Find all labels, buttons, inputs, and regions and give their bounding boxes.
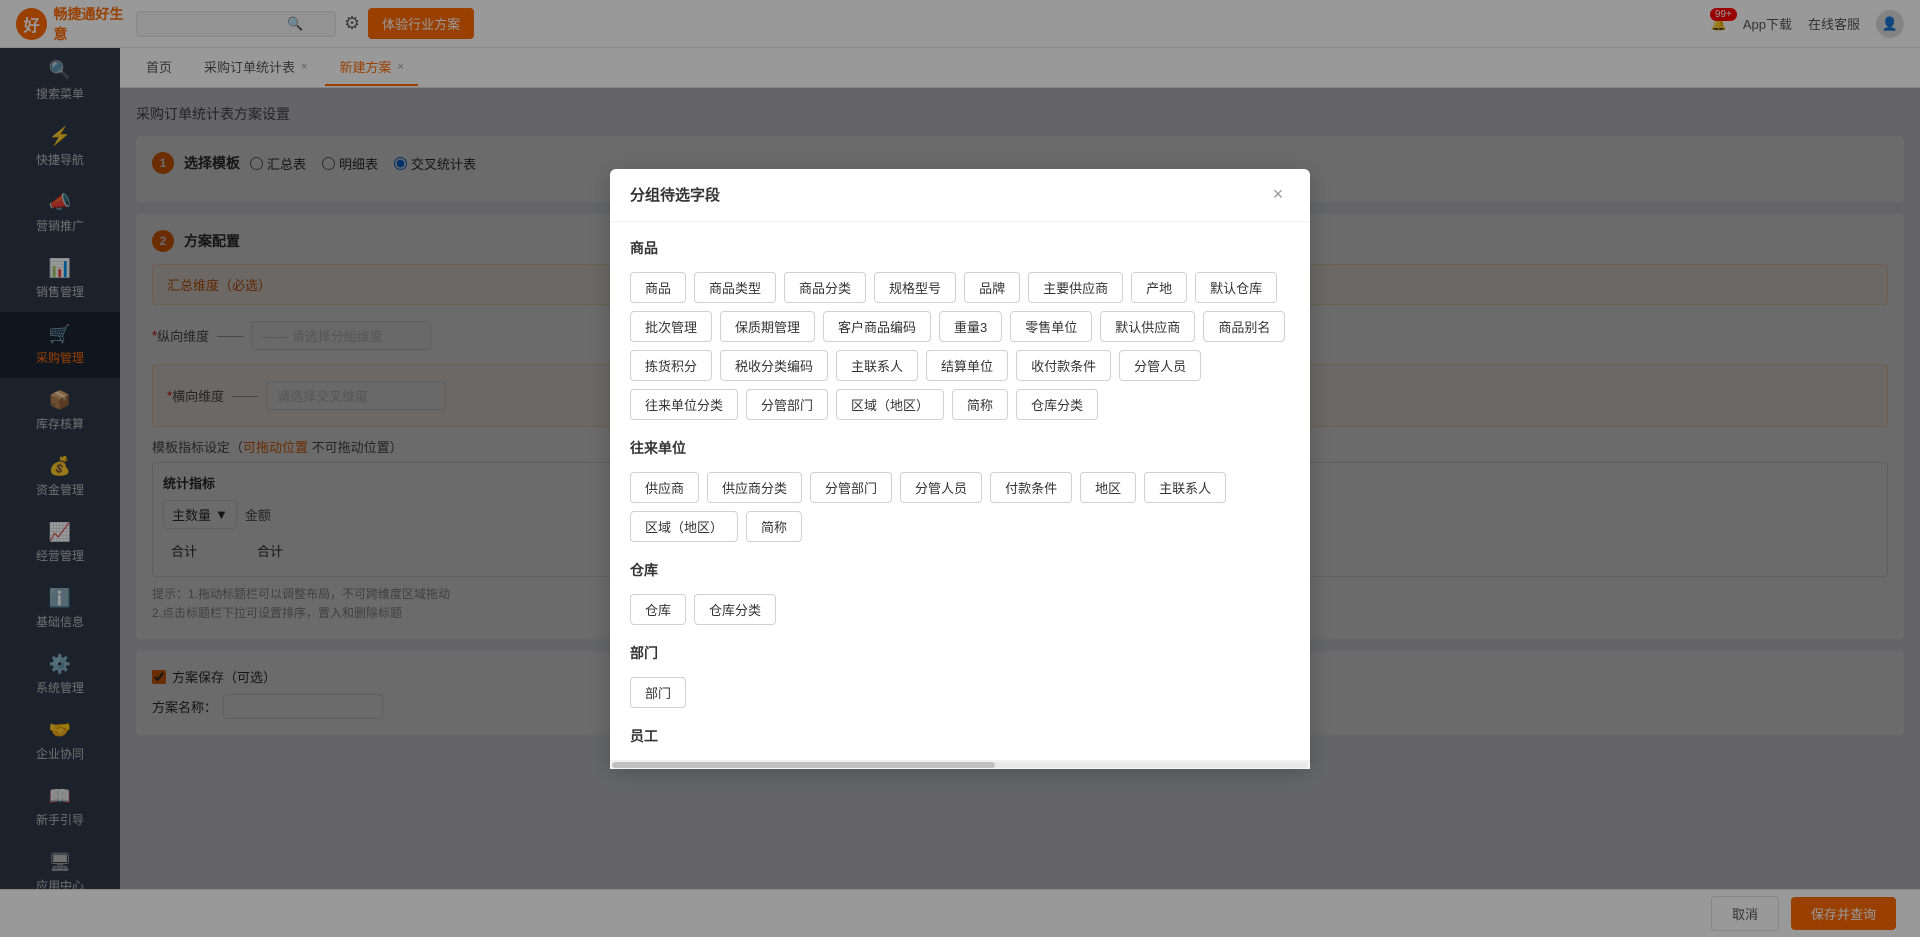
field-tag[interactable]: 默认仓库 xyxy=(1195,272,1277,303)
field-tag[interactable]: 重量3 xyxy=(939,311,1002,342)
field-tag[interactable]: 收付款条件 xyxy=(1016,350,1111,381)
field-group-partner: 往来单位 供应商 供应商分类 分管部门 分管人员 付款条件 地区 主联系人 区域… xyxy=(630,438,1290,542)
field-tag[interactable]: 批次管理 xyxy=(630,311,712,342)
field-tag[interactable]: 主联系人 xyxy=(836,350,918,381)
field-tag[interactable]: 主联系人 xyxy=(1144,472,1226,503)
field-tag[interactable]: 商品 xyxy=(630,272,686,303)
field-tag[interactable]: 默认供应商 xyxy=(1100,311,1195,342)
modal-body[interactable]: 商品 商品 商品类型 商品分类 规格型号 品牌 主要供应商 产地 默认仓库 批次… xyxy=(610,222,1310,760)
group-title-dept: 部门 xyxy=(630,643,1290,667)
field-tag[interactable]: 分管人员 xyxy=(1119,350,1201,381)
field-tag[interactable]: 结算单位 xyxy=(926,350,1008,381)
group-title-employee: 员工 xyxy=(630,726,1290,750)
field-tag[interactable]: 商品分类 xyxy=(784,272,866,303)
field-tag[interactable]: 地区 xyxy=(1080,472,1136,503)
field-group-dept: 部门 部门 xyxy=(630,643,1290,708)
modal-title: 分组待选字段 xyxy=(630,184,720,205)
field-tag[interactable]: 往来单位分类 xyxy=(630,389,738,420)
field-tag[interactable]: 仓库分类 xyxy=(1016,389,1098,420)
field-tag[interactable]: 税收分类编码 xyxy=(720,350,828,381)
field-tag[interactable]: 保质期管理 xyxy=(720,311,815,342)
field-tag[interactable]: 简称 xyxy=(746,511,802,542)
field-tag[interactable]: 供应商 xyxy=(630,472,699,503)
modal-header: 分组待选字段 × xyxy=(610,169,1310,222)
field-tag[interactable]: 产地 xyxy=(1131,272,1187,303)
hscroll-thumb[interactable] xyxy=(612,762,995,768)
group-title-product: 商品 xyxy=(630,238,1290,262)
field-tag[interactable]: 简称 xyxy=(952,389,1008,420)
field-tag[interactable]: 商品类型 xyxy=(694,272,776,303)
field-tag[interactable]: 分管人员 xyxy=(900,472,982,503)
dept-fields: 部门 xyxy=(630,677,1290,708)
field-group-warehouse: 仓库 仓库 仓库分类 xyxy=(630,560,1290,625)
field-tag[interactable]: 品牌 xyxy=(964,272,1020,303)
field-tag[interactable]: 拣货积分 xyxy=(630,350,712,381)
modal-overlay: 分组待选字段 × 商品 商品 商品类型 商品分类 规格型号 品牌 主要供应商 产… xyxy=(0,0,1920,937)
field-tag[interactable]: 主要供应商 xyxy=(1028,272,1123,303)
field-tag[interactable]: 分管部门 xyxy=(746,389,828,420)
field-tag[interactable]: 区域（地区） xyxy=(836,389,944,420)
field-tag[interactable]: 付款条件 xyxy=(990,472,1072,503)
field-tag[interactable]: 部门 xyxy=(630,677,686,708)
modal-dialog: 分组待选字段 × 商品 商品 商品类型 商品分类 规格型号 品牌 主要供应商 产… xyxy=(610,169,1310,769)
modal-close-btn[interactable]: × xyxy=(1266,183,1290,207)
field-tag[interactable]: 规格型号 xyxy=(874,272,956,303)
field-tag[interactable]: 零售单位 xyxy=(1010,311,1092,342)
warehouse-fields: 仓库 仓库分类 xyxy=(630,594,1290,625)
field-tag[interactable]: 商品别名 xyxy=(1203,311,1285,342)
field-tag[interactable]: 供应商分类 xyxy=(707,472,802,503)
field-tag[interactable]: 客户商品编码 xyxy=(823,311,931,342)
partner-fields: 供应商 供应商分类 分管部门 分管人员 付款条件 地区 主联系人 区域（地区） … xyxy=(630,472,1290,542)
product-fields: 商品 商品类型 商品分类 规格型号 品牌 主要供应商 产地 默认仓库 批次管理 … xyxy=(630,272,1290,420)
field-tag[interactable]: 仓库分类 xyxy=(694,594,776,625)
field-group-employee: 员工 业务员 xyxy=(630,726,1290,760)
field-group-product: 商品 商品 商品类型 商品分类 规格型号 品牌 主要供应商 产地 默认仓库 批次… xyxy=(630,238,1290,420)
field-tag[interactable]: 区域（地区） xyxy=(630,511,738,542)
field-tag[interactable]: 仓库 xyxy=(630,594,686,625)
modal-hscroll[interactable] xyxy=(610,760,1310,769)
group-title-partner: 往来单位 xyxy=(630,438,1290,462)
group-title-warehouse: 仓库 xyxy=(630,560,1290,584)
field-tag[interactable]: 分管部门 xyxy=(810,472,892,503)
